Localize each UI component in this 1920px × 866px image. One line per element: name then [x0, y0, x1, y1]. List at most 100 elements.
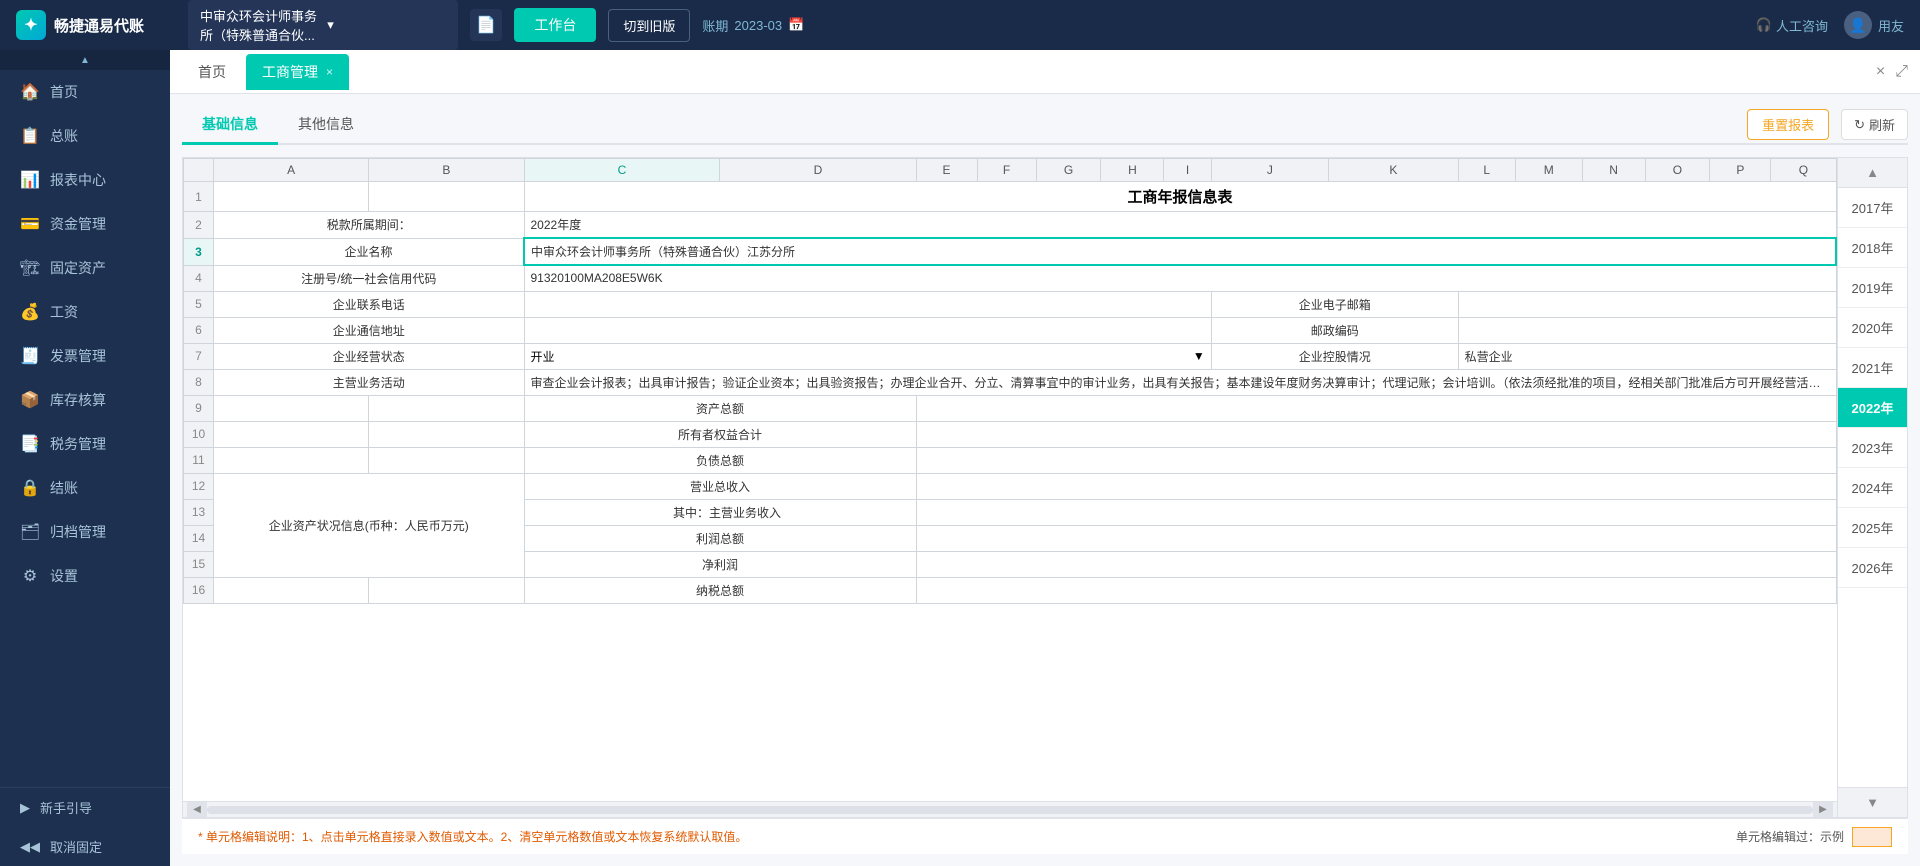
year-item-2026[interactable]: 2026年	[1838, 548, 1907, 588]
year-panel-up[interactable]: ▲	[1838, 158, 1907, 188]
cell-5-label: 企业联系电话	[214, 291, 525, 317]
document-icon[interactable]: 📄	[470, 9, 502, 41]
cell-2-value[interactable]: 2022年度	[524, 212, 1836, 239]
sidebar-item-finance[interactable]: 💳 资金管理	[0, 202, 170, 246]
headset-icon: 🎧	[1756, 17, 1772, 33]
user-info[interactable]: 👤 用友	[1844, 11, 1904, 39]
year-item-2024[interactable]: 2024年	[1838, 468, 1907, 508]
dropdown-icon[interactable]: ▼	[1193, 349, 1205, 363]
scroll-track[interactable]	[207, 806, 1813, 814]
tab-close-icon[interactable]: ×	[326, 65, 333, 79]
workbench-button[interactable]: 工作台	[514, 8, 596, 42]
sidebar-label-ledger: 总账	[50, 126, 78, 146]
sidebar-item-tax[interactable]: 📑 税务管理	[0, 422, 170, 466]
row-num-9: 9	[184, 395, 214, 421]
cell-12-label: 营业总收入	[524, 473, 916, 499]
scroll-left-button[interactable]: ◀	[187, 802, 207, 818]
cell-11a	[214, 447, 369, 473]
tab-close-all-icon[interactable]: ×	[1876, 63, 1885, 81]
cell-6-postal[interactable]	[1458, 317, 1836, 343]
sidebar-item-reports[interactable]: 📊 报表中心	[0, 158, 170, 202]
year-item-2023[interactable]: 2023年	[1838, 428, 1907, 468]
cell-15-value[interactable]	[916, 551, 1836, 577]
chevron-down-icon: ▾	[327, 17, 446, 33]
sidebar-item-unpin[interactable]: ◀◀ 取消固定	[0, 827, 170, 866]
cell-4-value[interactable]: 91320100MA208E5W6K	[524, 265, 1836, 291]
col-l: L	[1458, 159, 1515, 182]
row-num-1: 1	[184, 182, 214, 212]
spreadsheet-scroll[interactable]: A B C D E F G H I J	[183, 158, 1837, 801]
sidebar-item-inventory[interactable]: 📦 库存核算	[0, 378, 170, 422]
sidebar-label-reports: 报表中心	[50, 170, 106, 190]
cell-7-status[interactable]: 开业 ▼	[524, 343, 1211, 369]
sidebar-bottom: ▶ 新手引导 ◀◀ 取消固定	[0, 787, 170, 866]
cell-14-value[interactable]	[916, 525, 1836, 551]
tax-icon: 📑	[20, 434, 40, 454]
cell-16-value[interactable]	[916, 577, 1836, 603]
cell-6-label: 企业通信地址	[214, 317, 525, 343]
table-row: 16 纳税总额	[184, 577, 1837, 603]
cell-13-value[interactable]	[916, 499, 1836, 525]
refresh-button[interactable]: ↻ 刷新	[1841, 109, 1908, 140]
cell-8-value[interactable]: 审查企业会计报表；出具审计报告；验证企业资本；出具验资报告；办理企业合开、分立、…	[524, 369, 1836, 395]
year-item-2017[interactable]: 2017年	[1838, 188, 1907, 228]
sidebar-item-archive[interactable]: 🗂 归档管理	[0, 510, 170, 554]
sidebar-item-home[interactable]: 🏠 首页	[0, 70, 170, 114]
old-version-button[interactable]: 切到旧版	[608, 9, 690, 42]
scroll-right-button[interactable]: ▶	[1813, 802, 1833, 818]
row-num-2: 2	[184, 212, 214, 239]
assets-icon: 🏗	[20, 258, 40, 278]
top-header: ✦ 畅捷通易代账 中审众环会计师事务所（特殊普通合伙... ▾ 📄 工作台 切到…	[0, 0, 1920, 50]
year-item-2020[interactable]: 2020年	[1838, 308, 1907, 348]
sidebar-scroll-up[interactable]: ▲	[0, 50, 170, 70]
table-row: 12 企业资产状况信息(币种：人民币万元) 营业总收入	[184, 473, 1837, 499]
year-item-2025[interactable]: 2025年	[1838, 508, 1907, 548]
tab-expand-icon[interactable]: ⤢	[1895, 63, 1908, 81]
bottom-bar-right: 单元格编辑过：示例	[1736, 827, 1892, 847]
row-num-7: 7	[184, 343, 214, 369]
year-item-2021[interactable]: 2021年	[1838, 348, 1907, 388]
play-icon: ▶	[20, 800, 30, 816]
cell-5-email[interactable]	[1458, 291, 1836, 317]
sub-tab-other[interactable]: 其他信息	[278, 106, 374, 145]
sidebar-item-salary[interactable]: 💰 工资	[0, 290, 170, 334]
sidebar-item-ledger[interactable]: 📋 总账	[0, 114, 170, 158]
tab-commerce[interactable]: 工商管理 ×	[246, 54, 349, 90]
cell-5-phone[interactable]	[524, 291, 1211, 317]
sidebar-item-newbie[interactable]: ▶ 新手引导	[0, 788, 170, 827]
calendar-icon[interactable]: 📅	[788, 17, 804, 33]
sidebar-item-settings[interactable]: ⚙ 设置	[0, 554, 170, 598]
year-item-2022[interactable]: 2022年	[1838, 388, 1907, 428]
cell-9-value[interactable]	[916, 395, 1836, 421]
table-row: 8 主营业务活动 审查企业会计报表；出具审计报告；验证企业资本；出具验资报告；办…	[184, 369, 1837, 395]
cell-11b	[369, 447, 524, 473]
company-selector[interactable]: 中审众环会计师事务所（特殊普通合伙... ▾	[188, 0, 458, 50]
cell-6-postal-label: 邮政编码	[1211, 317, 1458, 343]
horizontal-scrollbar[interactable]: ◀ ▶	[183, 801, 1837, 817]
cell-16-label: 纳税总额	[524, 577, 916, 603]
cell-7-control-value[interactable]: 私营企业	[1458, 343, 1836, 369]
year-item-2018[interactable]: 2018年	[1838, 228, 1907, 268]
year-item-2019[interactable]: 2019年	[1838, 268, 1907, 308]
cell-6-addr[interactable]	[524, 317, 1211, 343]
cell-1b	[369, 182, 524, 212]
cell-3-value[interactable]: 中审众环会计师事务所（特殊普通合伙）江苏分所	[524, 238, 1836, 265]
tab-home[interactable]: 首页	[182, 54, 242, 90]
sub-tab-basic[interactable]: 基础信息	[182, 106, 278, 145]
cell-10-value[interactable]	[916, 421, 1836, 447]
salary-icon: 💰	[20, 302, 40, 322]
reset-button[interactable]: 重置报表	[1747, 109, 1829, 140]
cell-11-value[interactable]	[916, 447, 1836, 473]
year-panel-down[interactable]: ▼	[1838, 787, 1907, 817]
service-button[interactable]: 🎧 人工咨询	[1756, 16, 1828, 35]
sidebar-item-closing[interactable]: 🔒 结账	[0, 466, 170, 510]
cell-7-control-label: 企业控股情况	[1211, 343, 1458, 369]
sidebar-item-invoice[interactable]: 🧾 发票管理	[0, 334, 170, 378]
sidebar-label-assets: 固定资产	[50, 258, 106, 278]
col-h: H	[1101, 159, 1164, 182]
cell-12-value[interactable]	[916, 473, 1836, 499]
cell-10-label: 所有者权益合计	[524, 421, 916, 447]
sidebar-item-assets[interactable]: 🏗 固定资产	[0, 246, 170, 290]
bottom-bar: * 单元格编辑说明：1、点击单元格直接录入数值或文本。2、清空单元格数值或文本恢…	[182, 818, 1908, 854]
col-k: K	[1329, 159, 1459, 182]
